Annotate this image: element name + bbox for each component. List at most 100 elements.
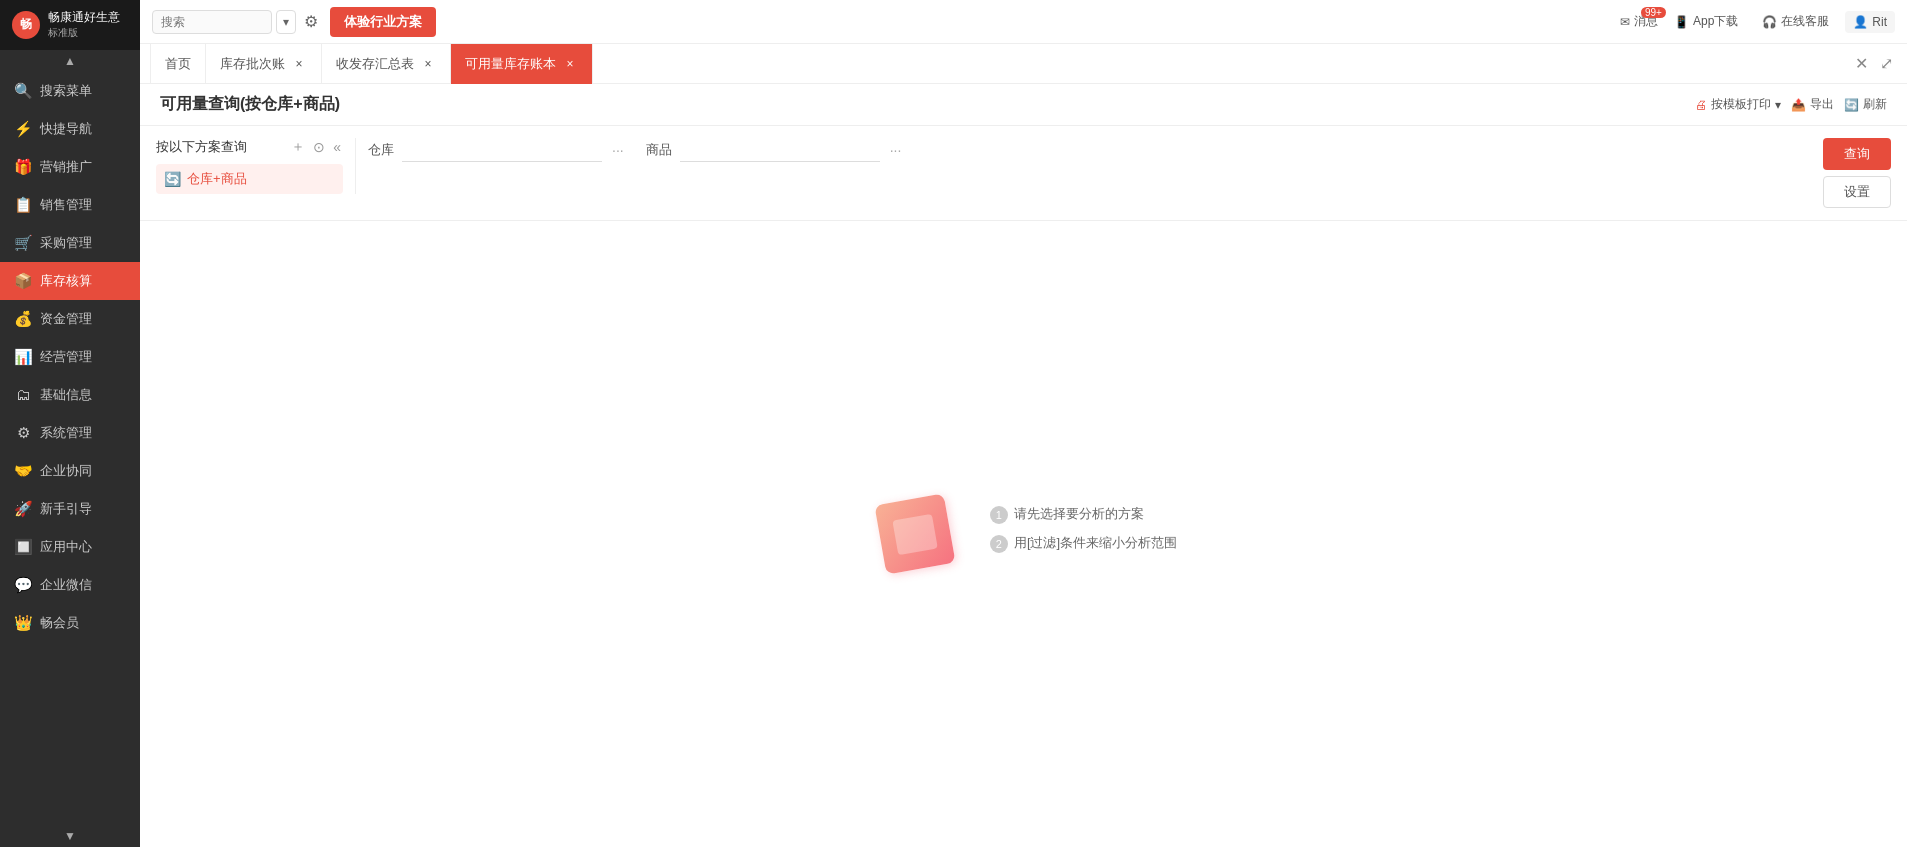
hint2-num: 2 [990, 535, 1008, 553]
header-dropdown-btn[interactable]: ▾ [276, 10, 296, 34]
page-titlebar: 可用量查询(按仓库+商品) 🖨 按模板打印 ▾ 📤 导出 🔄 刷新 [140, 84, 1907, 126]
search-icon: 🔍 [14, 82, 32, 100]
settings-button[interactable]: 设置 [1823, 176, 1891, 208]
tab-summary-close-btn[interactable]: × [420, 56, 436, 72]
sidebar-item-label: 销售管理 [40, 196, 92, 214]
warehouse-more-btn[interactable]: ··· [610, 142, 626, 158]
scheme-item-icon: 🔄 [164, 171, 181, 187]
print-btn[interactable]: 🖨 按模板打印 ▾ [1695, 96, 1781, 113]
header-app-btn[interactable]: 📱 App下载 [1666, 13, 1746, 30]
add-scheme-btn[interactable]: ＋ [289, 138, 307, 156]
export-btn[interactable]: 📤 导出 [1791, 96, 1834, 113]
sidebar-item-inventory[interactable]: 📦 库存核算 [0, 262, 140, 300]
sidebar-item-system[interactable]: ⚙ 系统管理 [0, 414, 140, 452]
edit-scheme-btn[interactable]: ⊙ [311, 138, 327, 156]
main-area: ▾ ⚙ 体验行业方案 ✉ 消息 99+ 📱 App下载 🎧 在线客服 👤 Rit… [140, 0, 1907, 847]
sidebar-brand: 畅康通好生意 标准版 [48, 10, 120, 40]
tab-batch-label: 库存批次账 [220, 55, 285, 73]
empty-hint-2: 2 用[过滤]条件来缩小分析范围 [990, 534, 1177, 553]
tab-batch-close-btn[interactable]: × [291, 56, 307, 72]
tab-available-label: 可用量库存账本 [465, 55, 556, 73]
sidebar-item-label: 新手引导 [40, 500, 92, 518]
header-user-btn[interactable]: 👤 Rit [1845, 11, 1895, 33]
sidebar-item-basic[interactable]: 🗂 基础信息 [0, 376, 140, 414]
sidebar-item-apps[interactable]: 🔲 应用中心 [0, 528, 140, 566]
search-button[interactable]: 查询 [1823, 138, 1891, 170]
warehouse-field-input[interactable] [402, 138, 602, 162]
scheme-item-label: 仓库+商品 [187, 170, 247, 188]
sidebar-item-purchase[interactable]: 🛒 采购管理 [0, 224, 140, 262]
tab-home[interactable]: 首页 [150, 44, 206, 84]
tab-summary-label: 收发存汇总表 [336, 55, 414, 73]
scheme-actions: ＋ ⊙ « [289, 138, 343, 156]
user-label: Rit [1872, 15, 1887, 29]
sales-icon: 📋 [14, 196, 32, 214]
query-scheme-label: 按以下方案查询 [156, 138, 247, 156]
apps-icon: 🔲 [14, 538, 32, 556]
user-avatar: 👤 [1853, 15, 1868, 29]
tab-expand-btn[interactable]: ⤢ [1874, 50, 1899, 77]
tab-window-buttons: ✕ ⤢ [1841, 50, 1907, 77]
sidebar-item-label: 畅会员 [40, 614, 79, 632]
sidebar-item-label: 经营管理 [40, 348, 92, 366]
header-settings-btn[interactable]: ⚙ [300, 8, 322, 35]
sidebar-scroll-up-btn[interactable]: ▲ [0, 50, 140, 72]
header-msg-btn[interactable]: ✉ 消息 99+ [1620, 13, 1658, 30]
sidebar-item-collab[interactable]: 🤝 企业协同 [0, 452, 140, 490]
tab-batch[interactable]: 库存批次账 × [206, 44, 322, 84]
tab-available-close-btn[interactable]: × [562, 56, 578, 72]
print-dropdown-icon: ▾ [1775, 98, 1781, 112]
finance-icon: 💰 [14, 310, 32, 328]
empty-box-icon [874, 493, 955, 574]
tab-summary[interactable]: 收发存汇总表 × [322, 44, 451, 84]
empty-hints: 1 请先选择要分析的方案 2 用[过滤]条件来缩小分析范围 [990, 505, 1177, 563]
sidebar: 畅 畅康通好生意 标准版 ▲ 🔍 搜索菜单 ⚡ 快捷导航 🎁 营销推广 📋 销售… [0, 0, 140, 847]
query-panel: 按以下方案查询 ＋ ⊙ « 🔄 仓库+商品 仓库 ··· [140, 126, 1907, 221]
tab-available[interactable]: 可用量库存账本 × [451, 44, 593, 84]
sidebar-item-label: 应用中心 [40, 538, 92, 556]
marketing-icon: 🎁 [14, 158, 32, 176]
sidebar-item-operation[interactable]: 📊 经营管理 [0, 338, 140, 376]
sidebar-subtitle: 标准版 [48, 26, 120, 40]
sidebar-item-member[interactable]: 👑 畅会员 [0, 604, 140, 642]
empty-hint-1: 1 请先选择要分析的方案 [990, 505, 1177, 524]
sidebar-item-wechat[interactable]: 💬 企业微信 [0, 566, 140, 604]
goods-more-btn[interactable]: ··· [888, 142, 904, 158]
hint1-text: 请先选择要分析的方案 [1014, 505, 1144, 523]
top-header: ▾ ⚙ 体验行业方案 ✉ 消息 99+ 📱 App下载 🎧 在线客服 👤 Rit [140, 0, 1907, 44]
phone-icon: 📱 [1674, 15, 1689, 29]
operation-icon: 📊 [14, 348, 32, 366]
sidebar-scroll-down-btn[interactable]: ▼ [0, 825, 140, 847]
sidebar-item-marketing[interactable]: 🎁 营销推广 [0, 148, 140, 186]
header-search-input[interactable] [152, 10, 272, 34]
print-icon: 🖨 [1695, 98, 1707, 112]
trial-btn[interactable]: 体验行业方案 [330, 7, 436, 37]
sidebar-item-newbie[interactable]: 🚀 新手引导 [0, 490, 140, 528]
header-support-btn[interactable]: 🎧 在线客服 [1754, 13, 1837, 30]
sidebar-logo-icon: 畅 [12, 11, 40, 39]
sidebar-item-shortcut[interactable]: ⚡ 快捷导航 [0, 110, 140, 148]
collapse-scheme-btn[interactable]: « [331, 138, 343, 156]
content-area: 可用量查询(按仓库+商品) 🖨 按模板打印 ▾ 📤 导出 🔄 刷新 [140, 84, 1907, 847]
query-fields: 仓库 ··· 商品 ··· [368, 138, 1811, 162]
titlebar-actions: 🖨 按模板打印 ▾ 📤 导出 🔄 刷新 [1695, 96, 1887, 113]
refresh-label: 刷新 [1863, 96, 1887, 113]
msg-badge: 99+ [1641, 7, 1666, 18]
sidebar-item-finance[interactable]: 💰 资金管理 [0, 300, 140, 338]
tab-close-window-btn[interactable]: ✕ [1849, 50, 1874, 77]
query-schemes: 按以下方案查询 ＋ ⊙ « 🔄 仓库+商品 [156, 138, 356, 194]
empty-state: 1 请先选择要分析的方案 2 用[过滤]条件来缩小分析范围 [140, 221, 1907, 847]
header-search-group: ▾ ⚙ [152, 8, 322, 35]
inventory-icon: 📦 [14, 272, 32, 290]
empty-illustration [870, 489, 960, 579]
refresh-btn[interactable]: 🔄 刷新 [1844, 96, 1887, 113]
sidebar-item-search[interactable]: 🔍 搜索菜单 [0, 72, 140, 110]
scheme-item-warehouse-goods[interactable]: 🔄 仓库+商品 [156, 164, 343, 194]
tab-bar: 首页 库存批次账 × 收发存汇总表 × 可用量库存账本 × ✕ ⤢ [140, 44, 1907, 84]
purchase-icon: 🛒 [14, 234, 32, 252]
goods-field-input[interactable] [680, 138, 880, 162]
sidebar-item-sales[interactable]: 📋 销售管理 [0, 186, 140, 224]
sidebar-nav: 🔍 搜索菜单 ⚡ 快捷导航 🎁 营销推广 📋 销售管理 🛒 采购管理 📦 库存核… [0, 72, 140, 825]
refresh-icon: 🔄 [1844, 98, 1859, 112]
query-field-goods: 商品 ··· [646, 138, 904, 162]
